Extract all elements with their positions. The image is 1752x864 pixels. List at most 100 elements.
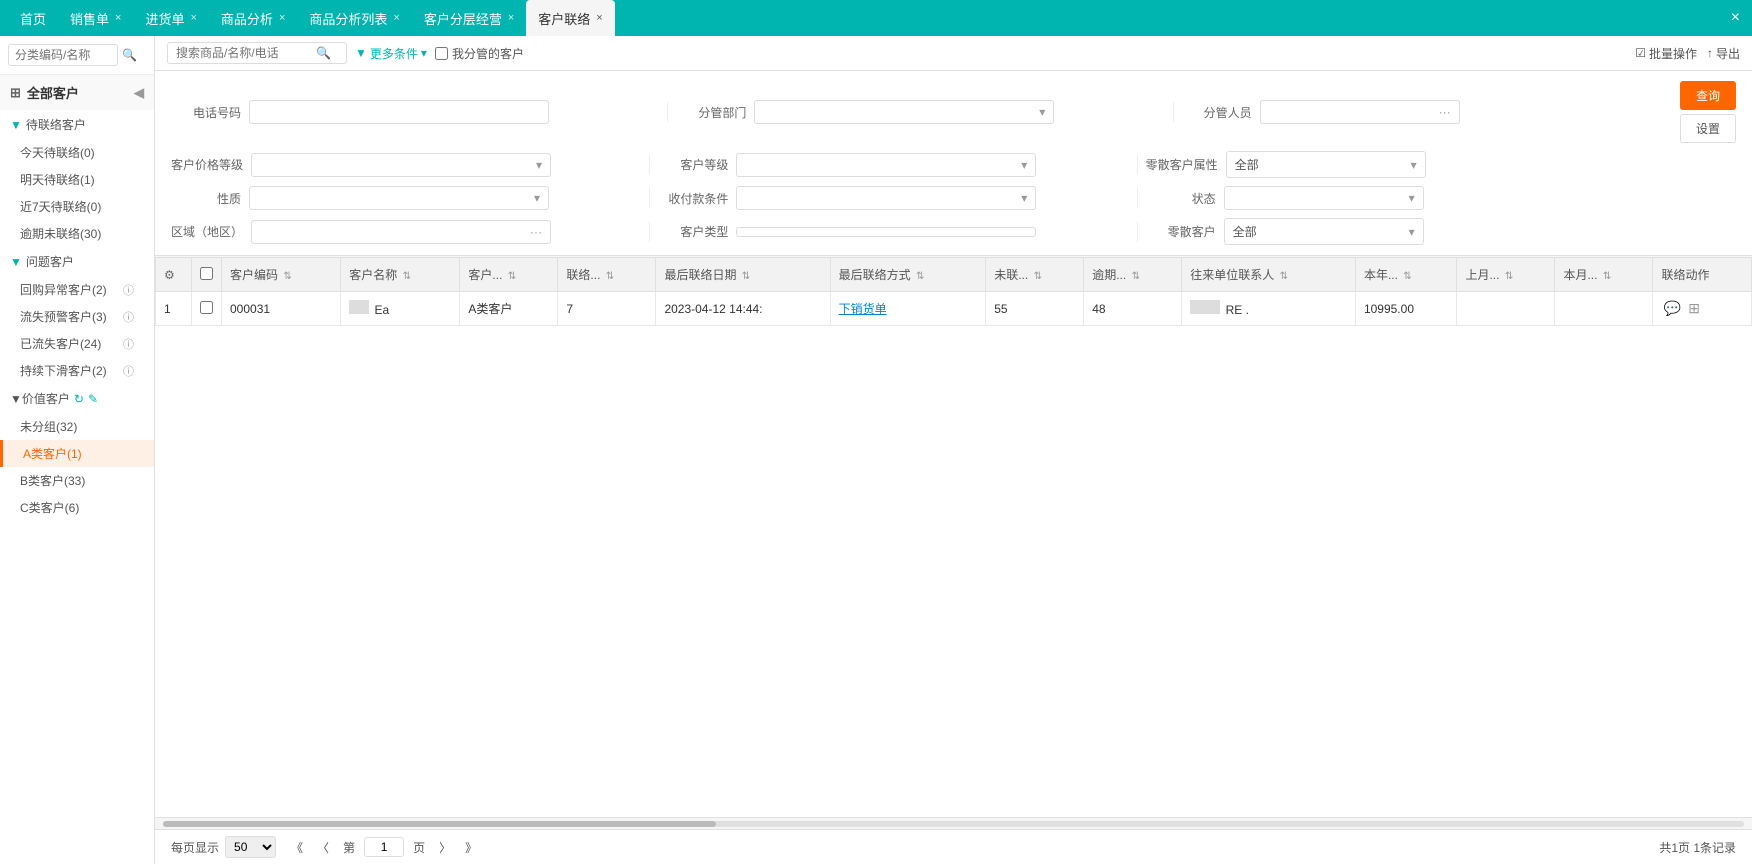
table-container: ⚙ 客户编码 ⇅ 客户名称 ⇅ [155,257,1752,817]
sort-last-date[interactable]: ⇅ [742,271,750,282]
my-customers-checkbox[interactable] [435,47,448,60]
sidebar-item-unclassified[interactable]: 未分组(32) [0,413,154,440]
batch-ops-btn[interactable]: ☑ 批量操作 [1635,45,1697,62]
customer-type-select[interactable] [736,227,1036,237]
close-customer-mgmt-tab[interactable]: × [508,12,514,24]
row-checkbox[interactable] [200,301,213,314]
action-chat-icon[interactable]: 💬 [1663,300,1680,316]
settings-btn[interactable]: 设置 [1680,114,1736,143]
sidebar-item-repurchase-abnormal[interactable]: 回购异常客户(2) ⓘ [0,276,154,303]
retail-customer-select[interactable]: 全部 ▾ [1224,218,1424,245]
close-analysis-tab[interactable]: × [279,12,285,24]
page-input[interactable] [364,837,404,857]
sidebar-item-tomorrow[interactable]: 明天待联络(1) [0,166,154,193]
sidebar-item-b-class[interactable]: B类客户(33) [0,467,154,494]
sort-contact[interactable]: ⇅ [606,271,614,282]
prev-page-btn[interactable]: 〈 [312,837,334,858]
sidebar-item-churn-warning[interactable]: 流失预警客户(3) ⓘ [0,303,154,330]
td-name: Ea [341,292,460,326]
refresh-value-icon[interactable]: ↻ [74,392,84,406]
close-analysis-list-tab[interactable]: × [393,12,399,24]
sort-unreached[interactable]: ⇅ [1034,271,1042,282]
sort-overdue[interactable]: ⇅ [1132,271,1140,282]
nav-tab-sales[interactable]: 销售单 × [58,0,133,36]
edit-value-icon[interactable]: ✎ [88,392,98,406]
filter-row-3: 性质 ▾ 收付款条件 ▾ 状态 [171,186,1736,210]
sort-this-month[interactable]: ⇅ [1603,271,1611,282]
nav-tab-customer-contact[interactable]: 客户联络 × [526,0,614,36]
nature-label: 性质 [171,190,241,207]
customer-type-label: 客户类型 [658,223,728,240]
td-this-year: 10995.00 [1355,292,1457,326]
nav-tab-purchase[interactable]: 进货单 × [133,0,208,36]
department-select[interactable]: ▾ [754,100,1054,124]
person-select[interactable]: ··· [1260,100,1460,124]
sidebar-item-overdue[interactable]: 逾期未联络(30) [0,220,154,247]
sort-company-contact[interactable]: ⇅ [1280,271,1288,282]
sidebar-problem-customers-section[interactable]: ▼ 问题客户 [0,247,154,276]
sidebar-item-churned[interactable]: 已流失客户(24) ⓘ [0,330,154,357]
close-purchase-tab[interactable]: × [190,12,196,24]
sidebar-item-c-class[interactable]: C类客户(6) [0,494,154,521]
per-page-select[interactable]: 50 100 [225,836,276,858]
nav-tab-analysis[interactable]: 商品分析 × [209,0,297,36]
query-btn[interactable]: 查询 [1680,81,1736,110]
nav-tab-customer-mgmt[interactable]: 客户分层经营 × [412,0,526,36]
close-customer-contact-tab[interactable]: × [596,12,602,24]
info-icon-1: ⓘ [123,282,134,298]
last-page-btn[interactable]: 》 [460,837,482,858]
first-page-btn[interactable]: 《 [286,837,308,858]
sort-name[interactable]: ⇅ [403,271,411,282]
export-btn[interactable]: ↑ 导出 [1707,45,1740,62]
payment-chevron: ▾ [1021,191,1027,205]
retail-attr-select[interactable]: 全部 ▾ [1226,151,1426,178]
last-method-link[interactable]: 下销货单 [839,302,887,316]
sidebar-value-customers-section[interactable]: ▼ 价值客户 ↻ ✎ [0,384,154,413]
select-all-checkbox[interactable] [200,267,213,280]
filter-price-grade: 客户价格等级 ▾ [171,153,641,177]
my-customers-checkbox-label[interactable]: 我分管的客户 [435,45,524,62]
export-icon: ↑ [1707,46,1713,60]
main-search-input[interactable] [176,46,316,60]
payment-label: 收付款条件 [658,190,728,207]
arrow-icon2: ▼ [10,255,22,269]
close-sales-tab[interactable]: × [115,12,121,24]
phone-input[interactable] [249,100,549,124]
price-grade-select[interactable]: ▾ [251,153,551,177]
sort-this-year[interactable]: ⇅ [1403,271,1411,282]
customer-grade-select[interactable]: ▾ [736,153,1036,177]
sidebar-item-declining[interactable]: 持续下滑客户(2) ⓘ [0,357,154,384]
nature-select[interactable]: ▾ [249,186,549,210]
sort-ctype[interactable]: ⇅ [508,271,516,282]
main-search-icon[interactable]: 🔍 [316,46,331,60]
filter-region: 区域（地区） ··· [171,220,641,244]
scrollbar-track[interactable] [163,821,1744,827]
td-row-checkbox[interactable] [192,292,222,326]
close-all-tabs[interactable]: × [1731,9,1740,27]
sort-last-method[interactable]: ⇅ [916,271,924,282]
sidebar-pending-contact-section[interactable]: ▼ 待联络客户 [0,110,154,139]
sidebar-search-icon[interactable]: 🔍 [122,48,137,62]
scrollbar-thumb[interactable] [163,821,716,827]
gear-icon[interactable]: ⚙ [164,268,175,282]
sidebar-item-today[interactable]: 今天待联络(0) [0,139,154,166]
next-page-btn[interactable]: 〉 [434,837,456,858]
nav-home[interactable]: 首页 [8,0,58,36]
th-checkbox[interactable] [192,258,222,292]
th-gear[interactable]: ⚙ [156,258,192,292]
sort-code[interactable]: ⇅ [283,271,291,282]
sidebar-item-7days[interactable]: 近7天待联络(0) [0,193,154,220]
collapse-sidebar-icon[interactable]: ◀ [134,85,144,101]
nav-tab-analysis-list[interactable]: 商品分析列表 × [297,0,411,36]
sort-last-month[interactable]: ⇅ [1505,271,1513,282]
region-select[interactable]: ··· [251,220,551,244]
sidebar-item-a-class[interactable]: A类客户(1) [0,440,154,467]
status-select[interactable]: ▾ [1224,186,1424,210]
sidebar-search-input[interactable] [8,44,118,66]
action-qr-icon[interactable]: ⊞ [1688,300,1700,316]
filter-more-btn[interactable]: ▼ 更多条件 ▾ [355,45,427,62]
horizontal-scrollbar[interactable] [155,817,1752,829]
payment-select[interactable]: ▾ [736,186,1036,210]
page-nav: 《 〈 第 页 〉 》 [286,837,482,858]
sidebar-all-customers-header[interactable]: ⊞ 全部客户 ◀ [0,75,154,110]
